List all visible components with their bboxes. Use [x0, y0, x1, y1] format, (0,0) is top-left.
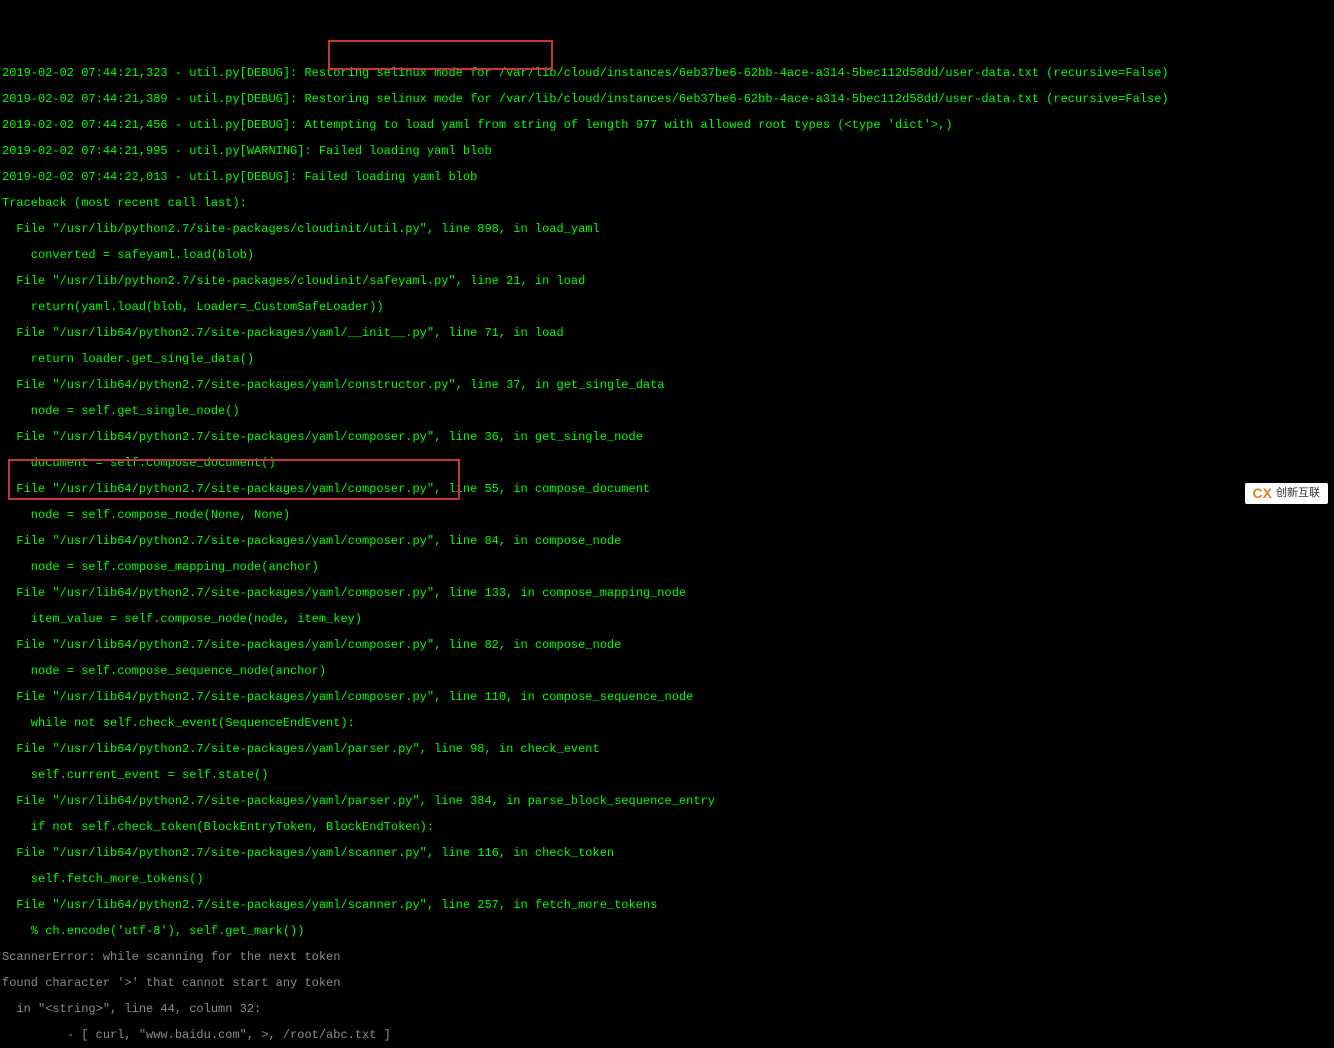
traceback-line: Traceback (most recent call last): [2, 197, 1332, 210]
log-line: 2019-02-02 07:44:21,456 - util.py[DEBUG]… [2, 119, 1332, 132]
log-line: 2019-02-02 07:44:21,323 - util.py[DEBUG]… [2, 67, 1332, 80]
traceback-line: item_value = self.compose_node(node, ite… [2, 613, 1332, 626]
error-line: found character '>' that cannot start an… [2, 977, 1332, 990]
traceback-line: % ch.encode('utf-8'), self.get_mark()) [2, 925, 1332, 938]
traceback-line: File "/usr/lib64/python2.7/site-packages… [2, 327, 1332, 340]
traceback-line: File "/usr/lib64/python2.7/site-packages… [2, 483, 1332, 496]
traceback-line: node = self.compose_sequence_node(anchor… [2, 665, 1332, 678]
terminal-output: 2019-02-02 07:44:21,323 - util.py[DEBUG]… [2, 54, 1332, 1048]
traceback-line: File "/usr/lib64/python2.7/site-packages… [2, 639, 1332, 652]
traceback-line: File "/usr/lib64/python2.7/site-packages… [2, 379, 1332, 392]
error-line: in "<string>", line 44, column 32: [2, 1003, 1332, 1016]
watermark-logo-icon: CX [1253, 487, 1272, 500]
traceback-line: node = self.compose_mapping_node(anchor) [2, 561, 1332, 574]
traceback-line: self.current_event = self.state() [2, 769, 1332, 782]
traceback-line: File "/usr/lib/python2.7/site-packages/c… [2, 275, 1332, 288]
watermark-badge: CX 创新互联 [1245, 483, 1328, 504]
log-line: 2019-02-02 07:44:22,013 - util.py[DEBUG]… [2, 171, 1332, 184]
traceback-line: return loader.get_single_data() [2, 353, 1332, 366]
traceback-line: File "/usr/lib64/python2.7/site-packages… [2, 431, 1332, 444]
traceback-line: File "/usr/lib64/python2.7/site-packages… [2, 691, 1332, 704]
log-line: 2019-02-02 07:44:21,995 - util.py[WARNIN… [2, 145, 1332, 158]
traceback-line: if not self.check_token(BlockEntryToken,… [2, 821, 1332, 834]
traceback-line: node = self.compose_node(None, None) [2, 509, 1332, 522]
traceback-line: File "/usr/lib/python2.7/site-packages/c… [2, 223, 1332, 236]
traceback-line: self.fetch_more_tokens() [2, 873, 1332, 886]
error-line: - [ curl, "www.baidu.com", >, /root/abc.… [2, 1029, 1332, 1042]
traceback-line: while not self.check_event(SequenceEndEv… [2, 717, 1332, 730]
traceback-line: node = self.get_single_node() [2, 405, 1332, 418]
error-line: ScannerError: while scanning for the nex… [2, 951, 1332, 964]
traceback-line: File "/usr/lib64/python2.7/site-packages… [2, 587, 1332, 600]
traceback-line: return(yaml.load(blob, Loader=_CustomSaf… [2, 301, 1332, 314]
watermark-text: 创新互联 [1276, 487, 1320, 500]
log-line: 2019-02-02 07:44:21,389 - util.py[DEBUG]… [2, 93, 1332, 106]
traceback-line: document = self.compose_document() [2, 457, 1332, 470]
traceback-line: File "/usr/lib64/python2.7/site-packages… [2, 795, 1332, 808]
traceback-line: File "/usr/lib64/python2.7/site-packages… [2, 535, 1332, 548]
traceback-line: File "/usr/lib64/python2.7/site-packages… [2, 847, 1332, 860]
traceback-line: File "/usr/lib64/python2.7/site-packages… [2, 899, 1332, 912]
traceback-line: converted = safeyaml.load(blob) [2, 249, 1332, 262]
traceback-line: File "/usr/lib64/python2.7/site-packages… [2, 743, 1332, 756]
